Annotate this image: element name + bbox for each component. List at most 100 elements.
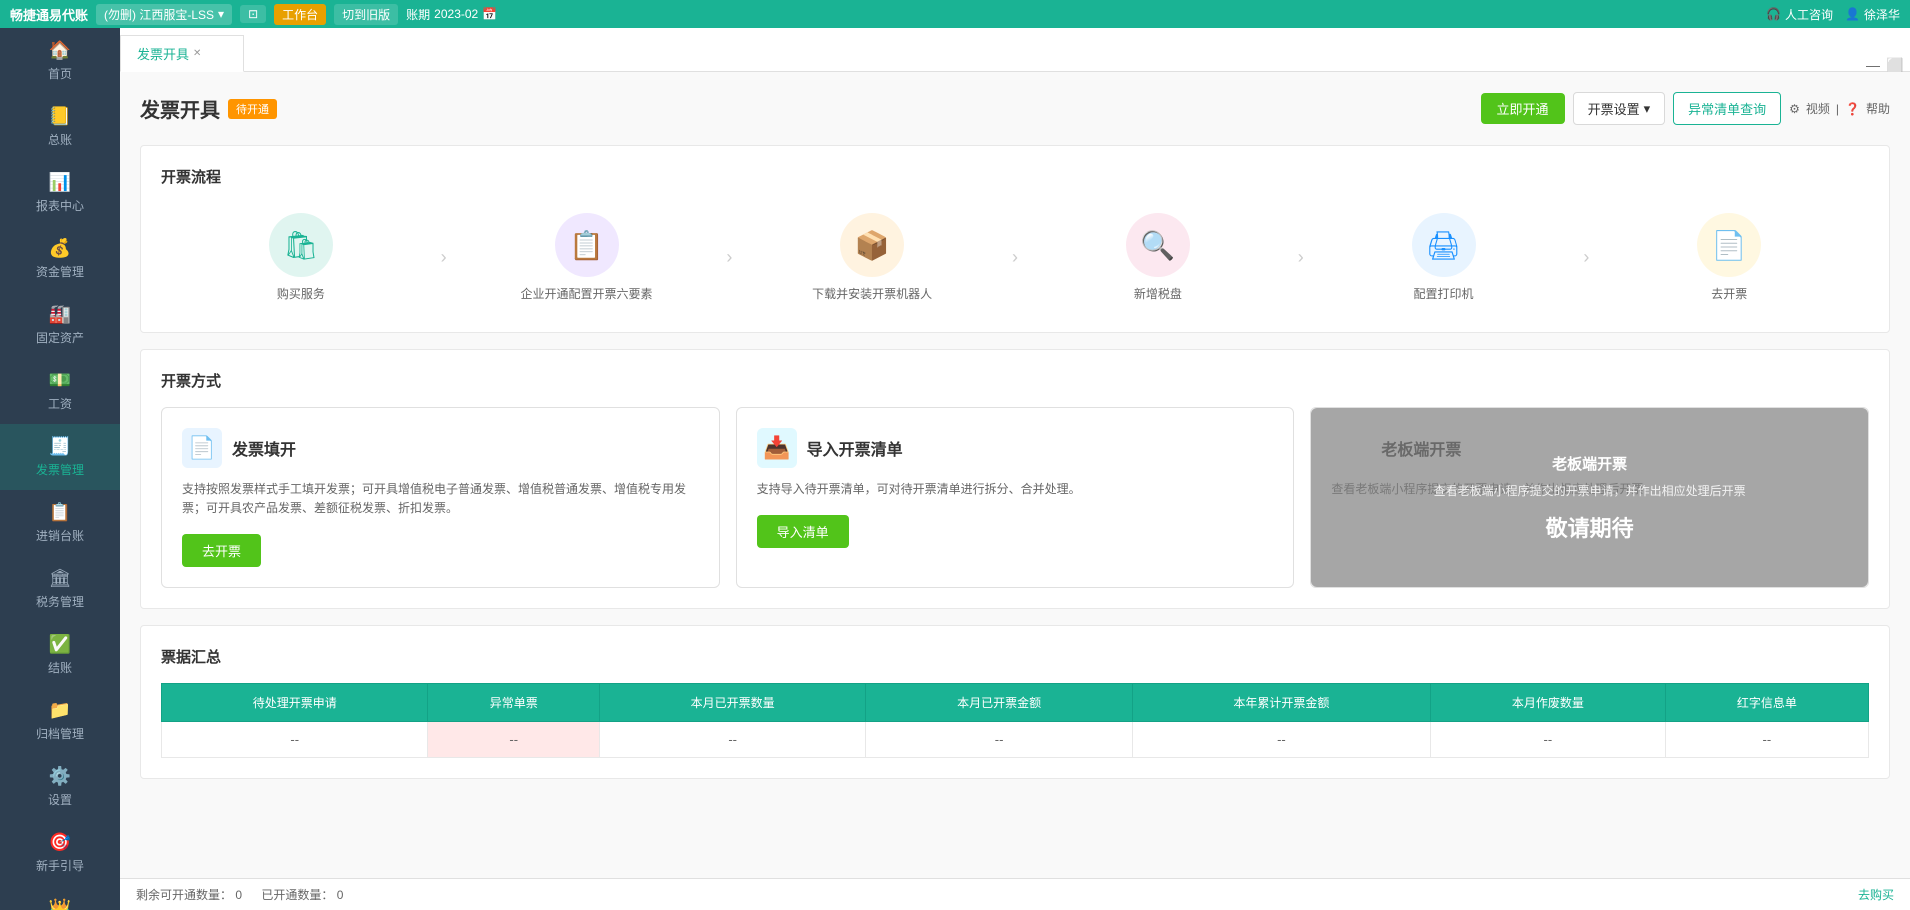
tab-invoice-open[interactable]: 发票开具 ✕ (120, 35, 244, 72)
sidebar-label-tax: 税务管理 (36, 593, 84, 610)
remain-label: 剩余可开通数量： (136, 888, 232, 902)
sidebar: 🏠 首页 📒总账📊报表中心💰资金管理🏭固定资产💵工资🧾发票管理📋进销台账 🏛 税务管理 ✅… (0, 28, 120, 910)
tab-invoice-calc[interactable]: 发票测算✕ (120, 28, 244, 35)
flow-step-configure: 📋 企业开通配置开票六要素 (447, 213, 727, 302)
sidebar-item-salary[interactable]: 💵工资 (0, 358, 120, 424)
methods-section-title: 开票方式 (161, 370, 1869, 391)
tax-icon: 🏛 (49, 568, 72, 589)
sidebar-item-newbie[interactable]: 🎯 新手引导 (0, 820, 120, 886)
user-area[interactable]: 👤 徐泽华 (1845, 6, 1900, 23)
step-icon-configure: 📋 (555, 213, 619, 277)
summary-col-0: 待处理开票申请 (162, 684, 428, 722)
tab-bar: 首页工资表✕工资统计报表✕发票✕发票测算✕发票开具✕ — ⬜ (120, 28, 1910, 72)
content-area: 首页工资表✕工资统计报表✕发票✕发票测算✕发票开具✕ — ⬜ 发票开具 待开通 … (120, 28, 1910, 910)
method-btn-import[interactable]: 导入清单 (757, 515, 849, 548)
sidebar-item-purchase[interactable]: 📋进销台账 (0, 490, 120, 556)
methods-section: 开票方式 📄 发票填开 支持按照发票样式手工填开发票；可开具增值税电子普通发票、… (140, 349, 1890, 609)
settings-icon: ⚙ (1789, 102, 1800, 116)
calendar-icon[interactable]: 📅 (482, 7, 497, 21)
app-logo: 畅捷通易代账 (10, 5, 88, 24)
status-badge: 待开通 (228, 99, 277, 119)
home-icon: 🏠 (49, 40, 71, 61)
open-settings-button[interactable]: 开票设置 ▾ (1573, 92, 1666, 125)
opened-value: 0 (337, 888, 344, 902)
sidebar-item-ledger[interactable]: 📒总账 (0, 94, 120, 160)
period-info: 账期 2023-02 📅 (406, 6, 497, 23)
sidebar-item-home[interactable]: 🏠 首页 (0, 28, 120, 94)
member-icon: 👑 (49, 898, 71, 910)
flow-section-title: 开票流程 (161, 166, 1869, 187)
summary-cell-4: -- (1132, 722, 1430, 758)
sidebar-label-reconcile: 结账 (48, 659, 72, 676)
flow-step-printer: 🖨 配置打印机 (1304, 213, 1584, 302)
overlay-wait-boss: 敬请期待 (1546, 511, 1634, 543)
page-title-area: 发票开具 待开通 (140, 94, 277, 123)
sidebar-item-settings[interactable]: ⚙️设置 (0, 754, 120, 820)
period-label: 账期 (406, 6, 430, 23)
top-bar-left: 畅捷通易代账 (勿删) 江西服宝-LSS ▾ ⊡ 工作台 切到旧版 账期 202… (10, 4, 497, 25)
step-label-issue: 去开票 (1711, 285, 1747, 302)
sidebar-label-newbie: 新手引导 (36, 857, 84, 874)
consult-area[interactable]: 🎧 人工咨询 (1766, 6, 1833, 23)
tab-close-invoice-open[interactable]: ✕ (193, 48, 201, 59)
period-value: 2023-02 (434, 7, 478, 21)
sidebar-item-invoice[interactable]: 🧾发票管理 (0, 424, 120, 490)
company-name: (勿删) 江西服宝-LSS (104, 6, 214, 23)
step-label-download: 下载并安装开票机器人 (812, 285, 932, 302)
step-label-configure: 企业开通配置开票六要素 (521, 285, 653, 302)
abnormal-query-button[interactable]: 异常清单查询 (1673, 92, 1781, 125)
method-desc-import: 支持导入待开票清单，可对待开票清单进行拆分、合并处理。 (757, 480, 1274, 499)
method-title-manual: 发票填开 (232, 436, 296, 460)
sidebar-item-member[interactable]: 👑畅会员 (0, 886, 120, 910)
fund-icon: 💰 (49, 238, 71, 259)
sidebar-label-salary: 工资 (48, 395, 72, 412)
report-icon: 📊 (49, 172, 71, 193)
summary-cell-6: -- (1665, 722, 1868, 758)
method-icon-manual: 📄 (182, 428, 222, 468)
remain-value: 0 (235, 888, 242, 902)
overlay-desc-boss: 查看老板端小程序提交的开票申请，并作出相应处理后开票 (1414, 482, 1766, 499)
switch-old-button[interactable]: 切到旧版 (334, 4, 398, 25)
asset-icon: 🏭 (49, 304, 71, 325)
header-right-info: ⚙ 视频 | ❓ 帮助 (1789, 100, 1890, 117)
newbie-icon: 🎯 (49, 832, 71, 853)
step-icon-download: 📦 (840, 213, 904, 277)
sidebar-item-archive[interactable]: 📁归档管理 (0, 688, 120, 754)
window-controls: — ⬜ (1866, 57, 1910, 71)
method-header-manual: 📄 发票填开 (182, 428, 699, 468)
tabs-container: 首页工资表✕工资统计报表✕发票✕发票测算✕发票开具✕ (120, 28, 246, 71)
reconcile-icon: ✅ (49, 634, 71, 655)
video-label: 视频 (1806, 100, 1830, 117)
company-selector[interactable]: (勿删) 江西服宝-LSS ▾ (96, 4, 232, 25)
opened-label: 已开通数量： (261, 888, 333, 902)
method-btn-manual[interactable]: 去开票 (182, 534, 261, 567)
workbench-button[interactable]: 工作台 (274, 4, 326, 25)
purchase-icon: 📋 (49, 502, 71, 523)
sidebar-label-archive: 归档管理 (36, 725, 84, 742)
summary-col-3: 本月已开票金额 (866, 684, 1132, 722)
sidebar-item-report[interactable]: 📊报表中心 (0, 160, 120, 226)
minimize-button[interactable]: — (1866, 57, 1880, 71)
maximize-button[interactable]: ⬜ (1886, 57, 1900, 71)
method-card-import: 📥 导入开票清单 支持导入待开票清单，可对待开票清单进行拆分、合并处理。 导入清… (736, 407, 1295, 588)
top-bar: 畅捷通易代账 (勿删) 江西服宝-LSS ▾ ⊡ 工作台 切到旧版 账期 202… (0, 0, 1910, 28)
buy-link[interactable]: 去购买 (1858, 886, 1894, 903)
sidebar-label-home: 首页 (48, 65, 72, 82)
method-icon-import: 📥 (757, 428, 797, 468)
overlay-title-boss: 老板端开票 (1552, 453, 1627, 474)
summary-cell-1: -- (428, 722, 600, 758)
copy-button[interactable]: ⊡ (240, 5, 266, 23)
tab-label-invoice-open: 发票开具 (137, 44, 189, 63)
sidebar-item-reconcile[interactable]: ✅ 结账 (0, 622, 120, 688)
method-overlay-boss: 老板端开票 查看老板端小程序提交的开票申请，并作出相应处理后开票 敬请期待 (1311, 408, 1868, 587)
flow-section: 开票流程 🛍 购买服务 › 📋 企业开通配置开票六要素 › 📦 下载并安装开票机… (140, 145, 1890, 333)
sidebar-label-invoice: 发票管理 (36, 461, 84, 478)
method-card-boss: 老板端开票 查看老板端小程序提交的开票申请，并作出相应处理后开票 老板端开票 查… (1310, 407, 1869, 588)
summary-col-1: 异常单票 (428, 684, 600, 722)
page-content: 发票开具 待开通 立即开通 开票设置 ▾ 异常清单查询 ⚙ 视频 | ❓ (120, 72, 1910, 878)
sidebar-item-fund[interactable]: 💰资金管理 (0, 226, 120, 292)
sidebar-item-asset[interactable]: 🏭固定资产 (0, 292, 120, 358)
immediate-open-button[interactable]: 立即开通 (1481, 93, 1565, 124)
sidebar-item-tax[interactable]: 🏛 税务管理 (0, 556, 120, 622)
summary-cell-5: -- (1430, 722, 1665, 758)
